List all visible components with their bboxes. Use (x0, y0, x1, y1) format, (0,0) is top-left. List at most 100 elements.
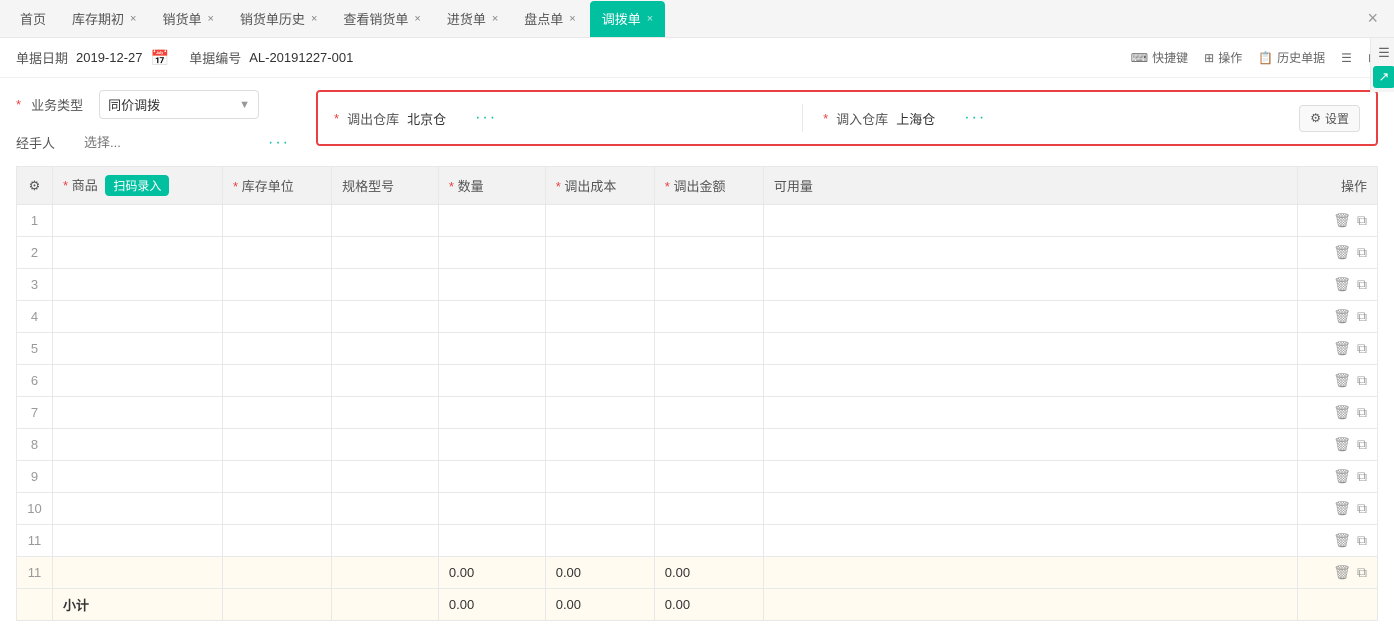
close-sales-history[interactable]: × (311, 13, 317, 25)
delete-icon[interactable]: 🗑 (1333, 308, 1351, 325)
row-cost[interactable] (545, 429, 654, 461)
row-unit[interactable] (223, 269, 332, 301)
row-unit[interactable] (223, 365, 332, 397)
row-unit[interactable] (223, 301, 332, 333)
row-product[interactable] (53, 205, 223, 237)
row-product[interactable] (53, 301, 223, 333)
person-input[interactable] (84, 131, 260, 154)
copy-icon[interactable]: ⧉ (1357, 276, 1367, 293)
row-cost[interactable] (545, 205, 654, 237)
scan-button[interactable]: 扫码录入 (105, 175, 169, 196)
row-spec[interactable] (332, 493, 439, 525)
shortcuts-link[interactable]: ⌨ 快捷键 (1131, 49, 1188, 66)
person-more-btn[interactable]: ··· (268, 134, 290, 152)
row-product[interactable] (53, 365, 223, 397)
layout-btn[interactable]: ☰ (1341, 51, 1352, 65)
delete-icon[interactable]: 🗑 (1333, 340, 1351, 357)
in-warehouse-more-btn[interactable]: ··· (964, 109, 986, 127)
copy-icon[interactable]: ⧉ (1357, 468, 1367, 485)
row-available[interactable] (763, 237, 1297, 269)
tab-stock-init[interactable]: 库存期初 × (60, 1, 148, 37)
sidebar-list-icon[interactable]: ☰ (1373, 42, 1394, 64)
row-qty[interactable] (438, 461, 545, 493)
row-available[interactable] (763, 397, 1297, 429)
row-amount[interactable] (654, 237, 763, 269)
row-product[interactable] (53, 461, 223, 493)
row-product[interactable] (53, 237, 223, 269)
row-product[interactable] (53, 397, 223, 429)
row-product[interactable] (53, 525, 223, 557)
row-qty[interactable] (438, 269, 545, 301)
tab-inventory[interactable]: 盘点单 × (512, 1, 587, 37)
window-close-btn[interactable]: × (1359, 8, 1386, 29)
row-spec[interactable] (332, 269, 439, 301)
copy-icon[interactable]: ⧉ (1357, 212, 1367, 229)
row-amount[interactable] (654, 301, 763, 333)
row-cost[interactable] (545, 365, 654, 397)
delete-icon[interactable]: 🗑 (1333, 500, 1351, 517)
copy-icon[interactable]: ⧉ (1357, 532, 1367, 549)
row-spec[interactable] (332, 365, 439, 397)
row-qty[interactable] (438, 525, 545, 557)
settings-button[interactable]: ⚙ 设置 (1299, 105, 1360, 132)
out-warehouse-more-btn[interactable]: ··· (475, 109, 497, 127)
row-amount[interactable] (654, 525, 763, 557)
row-qty[interactable] (438, 301, 545, 333)
row-qty[interactable] (438, 237, 545, 269)
row-product[interactable] (53, 493, 223, 525)
close-transfer[interactable]: × (647, 13, 653, 25)
row-qty[interactable] (438, 493, 545, 525)
copy-icon[interactable]: ⧉ (1357, 340, 1367, 357)
row-product[interactable] (53, 269, 223, 301)
row-available[interactable] (763, 333, 1297, 365)
row-spec[interactable] (332, 461, 439, 493)
row-amount[interactable] (654, 397, 763, 429)
row-available[interactable] (763, 365, 1297, 397)
delete-icon[interactable]: 🗑 (1333, 532, 1351, 549)
row-product[interactable] (53, 429, 223, 461)
row-unit[interactable] (223, 429, 332, 461)
row-spec[interactable] (332, 301, 439, 333)
close-view-sales[interactable]: × (414, 13, 420, 25)
tab-sales-order[interactable]: 销货单 × (150, 1, 225, 37)
row-cost[interactable] (545, 525, 654, 557)
row-spec[interactable] (332, 333, 439, 365)
row-unit[interactable] (223, 525, 332, 557)
tab-home[interactable]: 首页 (8, 1, 58, 37)
row-available[interactable] (763, 493, 1297, 525)
tab-sales-history[interactable]: 销货单历史 × (228, 1, 329, 37)
sidebar-expand-icon[interactable]: ↗ (1373, 66, 1394, 88)
row-available[interactable] (763, 301, 1297, 333)
row-cost[interactable] (545, 397, 654, 429)
row-amount[interactable] (654, 365, 763, 397)
operations-link[interactable]: ⊞ 操作 (1204, 49, 1242, 66)
row-product[interactable] (53, 333, 223, 365)
business-type-select[interactable]: 同价调拨 ▼ (99, 90, 259, 119)
table-scroll[interactable]: ⚙ * 商品 扫码录入 * 库存单位 规格型号 * 数量 (16, 166, 1378, 621)
row-amount[interactable] (654, 205, 763, 237)
copy-icon[interactable]: ⧉ (1357, 372, 1367, 389)
delete-icon[interactable]: 🗑 (1333, 212, 1351, 229)
delete-icon[interactable]: 🗑 (1333, 404, 1351, 421)
close-sales-order[interactable]: × (207, 13, 213, 25)
row-unit[interactable] (223, 493, 332, 525)
copy-icon[interactable]: ⧉ (1357, 404, 1367, 421)
row-qty[interactable] (438, 429, 545, 461)
row-cost[interactable] (545, 461, 654, 493)
copy-icon[interactable]: ⧉ (1357, 244, 1367, 261)
row-spec[interactable] (332, 429, 439, 461)
row-qty[interactable] (438, 365, 545, 397)
row-amount[interactable] (654, 461, 763, 493)
close-stock-init[interactable]: × (130, 13, 136, 25)
row-available[interactable] (763, 525, 1297, 557)
delete-icon[interactable]: 🗑 (1333, 244, 1351, 261)
row-spec[interactable] (332, 237, 439, 269)
delete-icon[interactable]: 🗑 (1333, 276, 1351, 293)
history-link[interactable]: 📋 历史单据 (1258, 49, 1325, 66)
tab-view-sales[interactable]: 查看销货单 × (331, 1, 432, 37)
row-available[interactable] (763, 429, 1297, 461)
delete-icon[interactable]: 🗑 (1333, 564, 1351, 581)
tab-purchase[interactable]: 进货单 × (435, 1, 510, 37)
close-purchase[interactable]: × (492, 13, 498, 25)
row-amount[interactable] (654, 333, 763, 365)
